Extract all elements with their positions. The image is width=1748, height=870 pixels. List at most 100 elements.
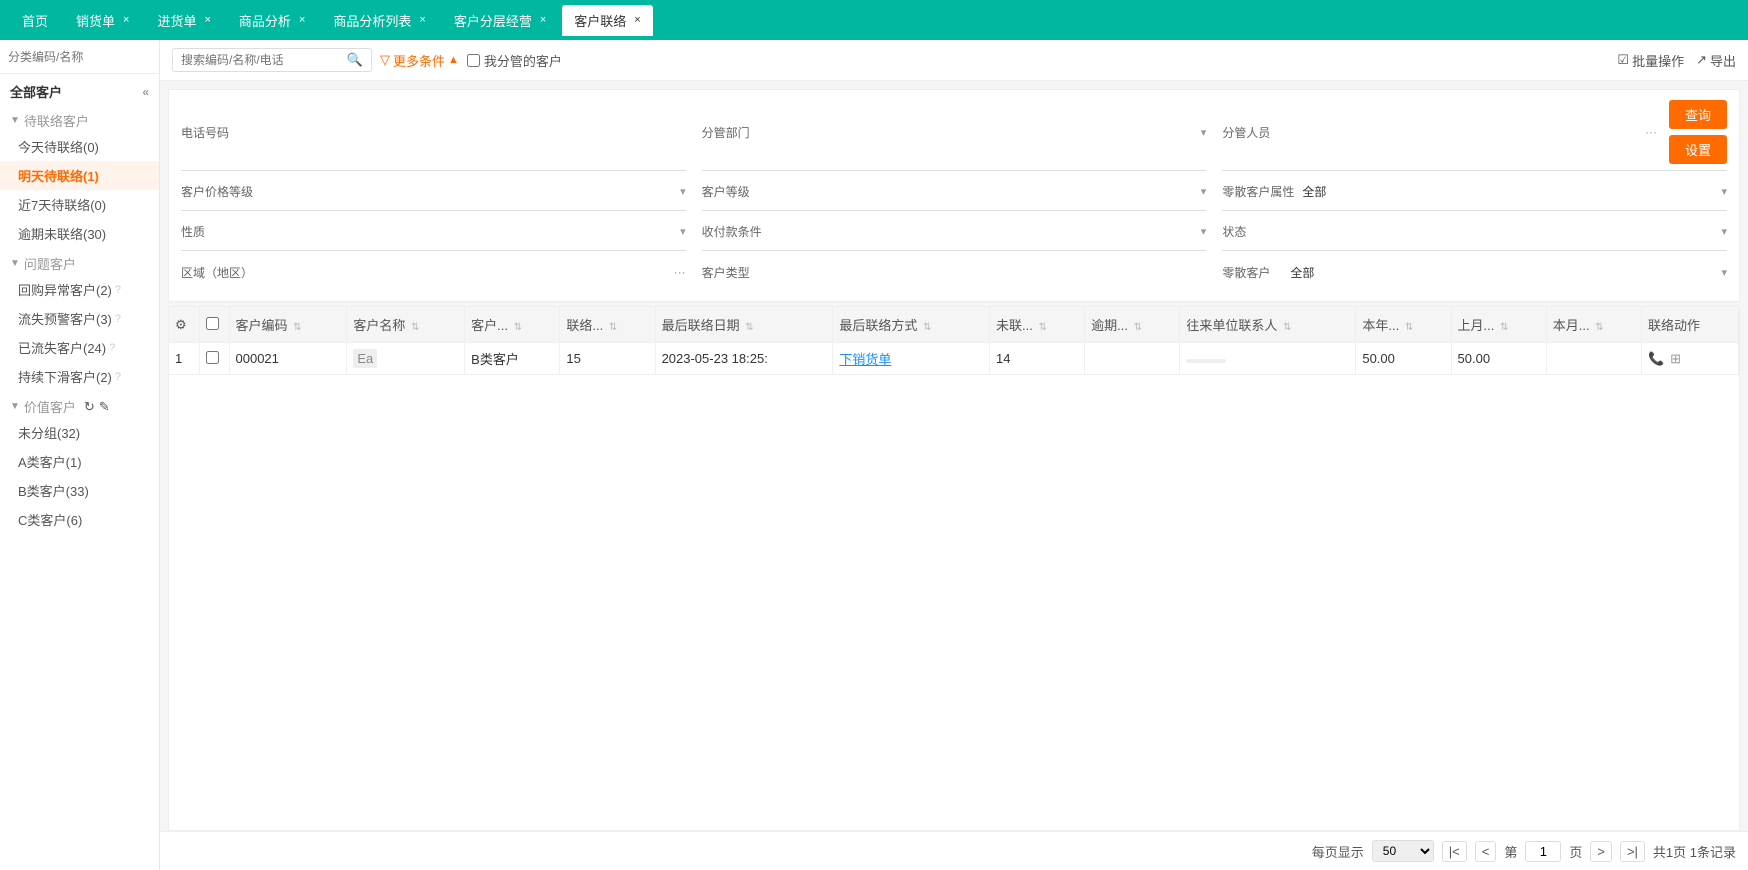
pending-arrow: ▼: [10, 115, 20, 126]
action-icons: 📞 ⊞: [1648, 351, 1732, 367]
next-page-btn[interactable]: >: [1590, 841, 1612, 862]
search-icon[interactable]: 🔍: [347, 52, 363, 68]
sidebar-item-declining[interactable]: 持续下滑客户(2) ?: [0, 362, 159, 391]
sidebar-item-today[interactable]: 今天待联络(0): [0, 132, 159, 161]
td-this-year: 50.00: [1356, 343, 1451, 375]
per-page-select[interactable]: 50: [1372, 840, 1434, 862]
page-label: 第: [1504, 842, 1517, 861]
filter-customer-type-label: 客户类型: [702, 264, 762, 281]
my-customers-checkbox-area[interactable]: 我分管的客户: [467, 51, 562, 70]
th-settings[interactable]: ⚙: [169, 307, 199, 343]
filter-manager-more[interactable]: ···: [1645, 125, 1657, 139]
th-this-month[interactable]: 本月... ⇅: [1546, 307, 1641, 343]
sidebar-item-churned[interactable]: 已流失客户(24) ?: [0, 333, 159, 362]
prev-page-btn[interactable]: <: [1475, 841, 1497, 862]
td-last-method[interactable]: 下销货单: [833, 343, 990, 375]
td-contact-person: [1180, 343, 1356, 375]
nav-contact-close[interactable]: ×: [634, 14, 640, 26]
nav-home[interactable]: 首页: [10, 5, 60, 36]
row-checkbox[interactable]: [206, 351, 219, 364]
problem-group-label: 问题客户: [24, 254, 76, 273]
query-btn[interactable]: 查询: [1669, 100, 1727, 129]
per-page-label: 每页显示: [1312, 842, 1364, 861]
value-edit-icon[interactable]: ✎: [99, 399, 110, 415]
th-overdue[interactable]: 逾期... ⇅: [1085, 307, 1180, 343]
first-page-btn[interactable]: |<: [1442, 841, 1467, 862]
nav-customer-contact[interactable]: 客户联络 ×: [562, 5, 652, 36]
batch-op-btn[interactable]: ☑ 批量操作: [1617, 51, 1684, 70]
page-input[interactable]: [1525, 841, 1561, 862]
th-uncontacted[interactable]: 未联... ⇅: [989, 307, 1084, 343]
nav-product-analysis-close[interactable]: ×: [299, 14, 305, 26]
filter-manager-dropdown[interactable]: ···: [1290, 125, 1657, 139]
sidebar-item-tomorrow[interactable]: 明天待联络(1): [0, 161, 159, 190]
th-action: 联络动作: [1641, 307, 1738, 343]
filter-status-dropdown[interactable]: ▾: [1290, 225, 1727, 238]
nav-sales-order-close[interactable]: ×: [123, 14, 129, 26]
th-contact-count[interactable]: 联络... ⇅: [560, 307, 655, 343]
pending-contact-group: ▼ 待联络客户: [0, 105, 159, 132]
th-customer-type[interactable]: 客户... ⇅: [465, 307, 560, 343]
search-input[interactable]: [181, 53, 343, 67]
td-checkbox[interactable]: [199, 343, 229, 375]
sidebar-item-a-class[interactable]: A类客户(1): [0, 447, 159, 476]
sort-icon-lastmonth: ⇅: [1500, 322, 1508, 333]
my-customers-checkbox[interactable]: [467, 54, 480, 67]
nav-sales-order[interactable]: 销货单 ×: [64, 5, 141, 36]
select-all-checkbox[interactable]: [206, 317, 219, 330]
nav-product-analysis-list[interactable]: 商品分析列表 ×: [321, 5, 437, 36]
td-this-month: [1546, 343, 1641, 375]
filter-payment-dropdown[interactable]: ▾: [770, 225, 1207, 238]
filter-customer-level-dropdown[interactable]: ▾: [770, 185, 1207, 198]
last-page-btn[interactable]: >|: [1620, 841, 1645, 862]
th-contact-person[interactable]: 往来单位联系人 ⇅: [1180, 307, 1356, 343]
th-last-contact-method[interactable]: 最后联络方式 ⇅: [833, 307, 990, 343]
settings-btn[interactable]: 设置: [1669, 135, 1727, 164]
th-code[interactable]: 客户编码 ⇅: [229, 307, 347, 343]
filter-dept: 分管部门 ▾: [702, 100, 1207, 171]
sidebar-item-churn-warning[interactable]: 流失预警客户(3) ?: [0, 304, 159, 333]
more-conditions-btn[interactable]: ▽ 更多条件 ▲: [380, 51, 459, 70]
sort-icon-overdue: ⇅: [1134, 322, 1142, 333]
filter-price-label: 客户价格等级: [181, 183, 253, 200]
filter-region-more[interactable]: ···: [674, 265, 686, 279]
filter-customer-type: 客户类型: [702, 259, 1207, 291]
filter-dept-dropdown[interactable]: ▾: [770, 126, 1207, 139]
nav-purchase-order[interactable]: 进货单 ×: [145, 5, 222, 36]
filter-payment-label: 收付款条件: [702, 223, 762, 240]
nav-purchase-close[interactable]: ×: [204, 14, 210, 26]
sidebar-item-b-class[interactable]: B类客户(33): [0, 476, 159, 505]
filter-region-dropdown[interactable]: ···: [261, 265, 686, 279]
qr-icon[interactable]: ⊞: [1670, 351, 1681, 367]
th-name[interactable]: 客户名称 ⇅: [347, 307, 465, 343]
th-last-contact-date[interactable]: 最后联络日期 ⇅: [655, 307, 833, 343]
sidebar-item-overdue[interactable]: 逾期未联络(30): [0, 219, 159, 248]
phone-icon[interactable]: 📞: [1648, 351, 1664, 367]
all-customers-header: 全部客户 «: [0, 74, 159, 105]
content-area: 🔍 ▽ 更多条件 ▲ 我分管的客户 ☑ 批量操作 ↗ 导出: [160, 40, 1748, 870]
export-btn[interactable]: ↗ 导出: [1696, 51, 1736, 70]
filter-price-dropdown[interactable]: ▾: [261, 185, 686, 198]
sort-icon-person: ⇅: [1283, 322, 1291, 333]
filter-retail-customer-dropdown[interactable]: ▾: [1509, 266, 1727, 279]
nav-layering-close[interactable]: ×: [540, 14, 546, 26]
filter-nature-dropdown[interactable]: ▾: [249, 225, 686, 238]
th-last-month[interactable]: 上月... ⇅: [1451, 307, 1546, 343]
th-checkbox[interactable]: [199, 307, 229, 343]
total-records: 共1页 1条记录: [1653, 842, 1736, 861]
filter-phone-input[interactable]: [249, 125, 686, 139]
sidebar-item-c-class[interactable]: C类客户(6): [0, 505, 159, 534]
sidebar-search-input[interactable]: [8, 50, 160, 64]
filter-customer-level-label: 客户等级: [702, 183, 762, 200]
collapse-icon[interactable]: «: [142, 85, 149, 99]
value-refresh-icon[interactable]: ↻: [84, 399, 95, 415]
nav-customer-layering[interactable]: 客户分层经营 ×: [442, 5, 558, 36]
value-group-label: 价值客户: [24, 397, 76, 416]
nav-product-list-close[interactable]: ×: [419, 14, 425, 26]
sidebar-item-abnormal[interactable]: 回购异常客户(2) ?: [0, 275, 159, 304]
sidebar-item-ungroup[interactable]: 未分组(32): [0, 418, 159, 447]
filter-retail-attr-dropdown[interactable]: ▾: [1515, 185, 1727, 198]
nav-product-analysis[interactable]: 商品分析 ×: [227, 5, 317, 36]
th-this-year[interactable]: 本年... ⇅: [1356, 307, 1451, 343]
sidebar-item-7days[interactable]: 近7天待联络(0): [0, 190, 159, 219]
